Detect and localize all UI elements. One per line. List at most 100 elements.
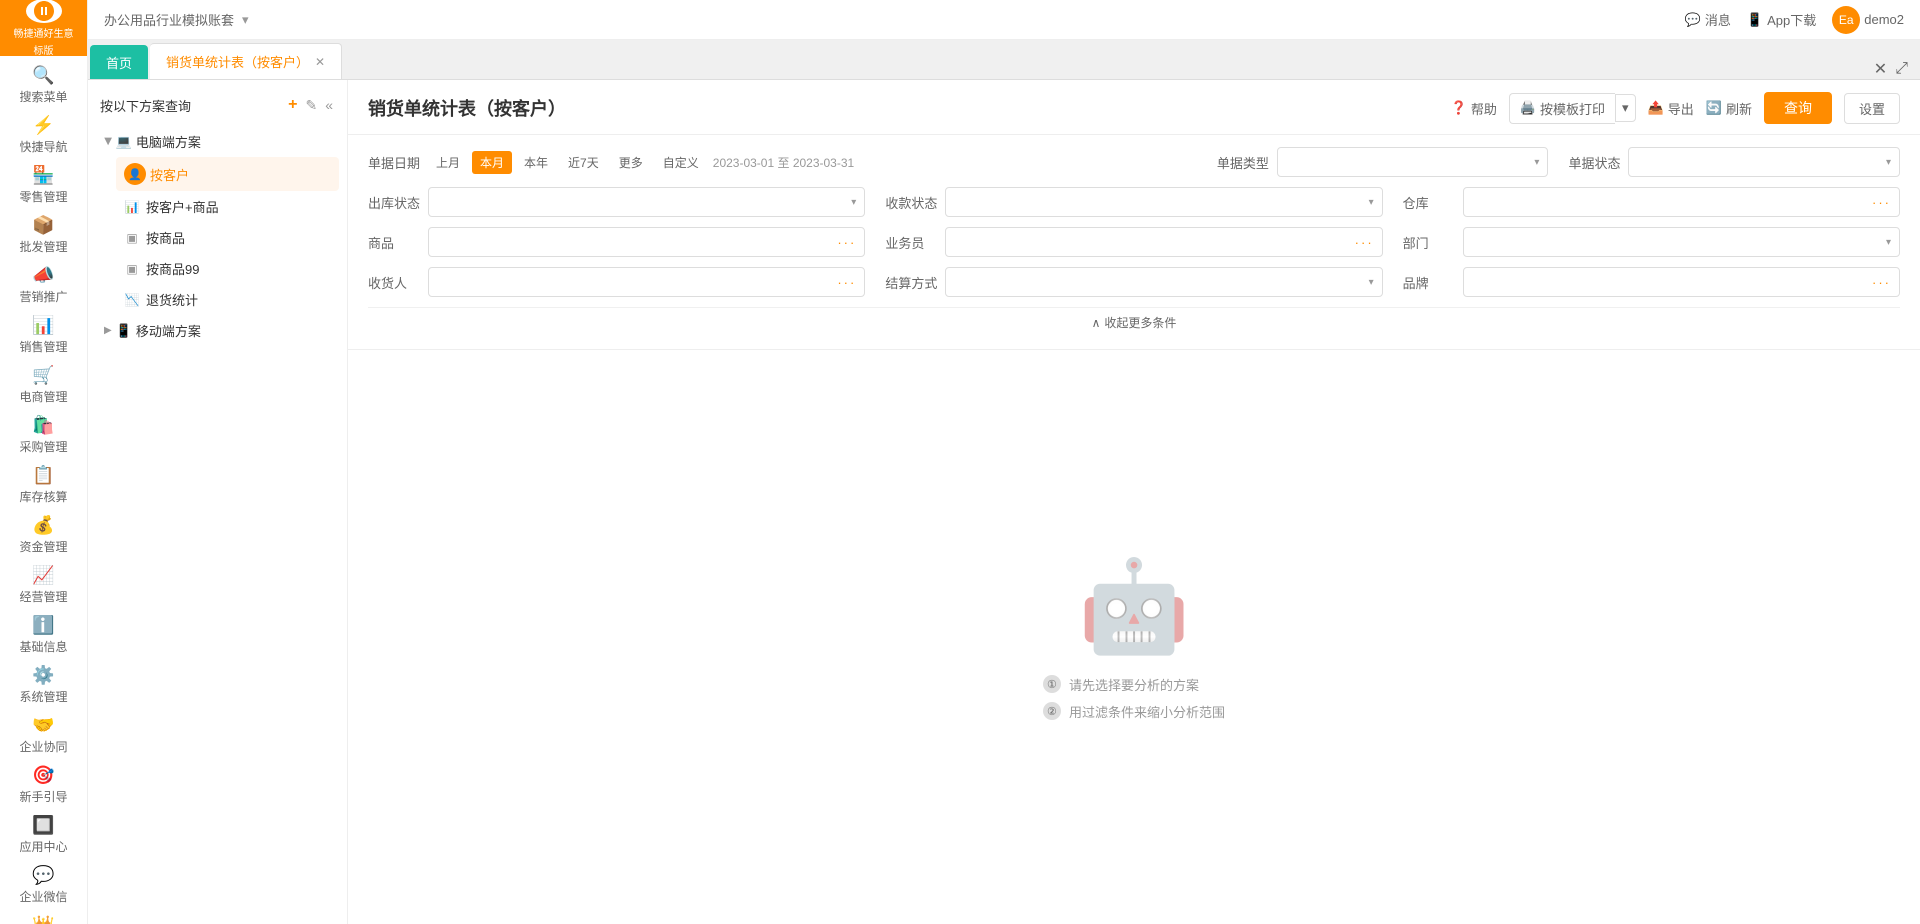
by-customer-label: 按客户 [150, 165, 189, 184]
sidebar-item-wechat-label: 企业微信 [19, 888, 67, 905]
sidebar-item-search[interactable]: 🔍 搜索菜单 [0, 60, 87, 110]
sidebar-item-coop[interactable]: 🤝 企业协同 [0, 710, 87, 760]
sidebar-item-wholesale[interactable]: 📦 批发管理 [0, 210, 87, 260]
help-button[interactable]: ❓ 帮助 [1451, 99, 1497, 118]
receipt-status-control[interactable]: ▾ [945, 187, 1382, 217]
tree-leaf-by-customer[interactable]: 👤 按客户 [116, 157, 339, 191]
tree-desktop-header[interactable]: ▶ 💻 电脑端方案 [96, 126, 339, 157]
left-panel-header: 按以下方案查询 + ✎ « [96, 88, 339, 122]
sidebar-item-sales[interactable]: 📊 销售管理 [0, 310, 87, 360]
receiver-control[interactable]: ··· [428, 267, 865, 297]
right-panel: 销货单统计表（按客户） ❓ 帮助 🖨️ 按模板打印 ▾ 📤 [348, 80, 1920, 924]
page-header: 销货单统计表（按客户） ❓ 帮助 🖨️ 按模板打印 ▾ 📤 [348, 80, 1920, 135]
brand-control[interactable]: ··· [1463, 267, 1900, 297]
sidebar-item-system-label: 系统管理 [19, 688, 67, 705]
settlement-arrow-icon: ▾ [1369, 277, 1374, 288]
sidebar-item-inventory[interactable]: 📋 库存核算 [0, 460, 87, 510]
tree-leaf-return-stat[interactable]: 📉 退货统计 [116, 284, 339, 315]
date-tab-more[interactable]: 更多 [611, 151, 651, 174]
app-download-button[interactable]: 📱 App下载 [1747, 10, 1816, 29]
sidebar-item-sales-label: 销售管理 [19, 338, 67, 355]
print-button[interactable]: 🖨️ 按模板打印 ▾ [1509, 93, 1636, 124]
date-tab-7days[interactable]: 近7天 [560, 151, 607, 174]
mobile-icon: 📱 [116, 323, 132, 339]
help-label: 帮助 [1471, 99, 1497, 118]
date-tab-this-month[interactable]: 本月 [472, 151, 512, 174]
tree-desktop-section: ▶ 💻 电脑端方案 👤 按客户 📊 按客户+商品 ▣ [96, 126, 339, 315]
date-tab-this-year[interactable]: 本年 [516, 151, 556, 174]
filter-dept-item: 部门 ▾ [1403, 227, 1900, 257]
empty-robot-icon: 🤖 [1078, 554, 1190, 659]
filter-receipt-status-item: 收款状态 ▾ [885, 187, 1382, 217]
tab-minimize-icon[interactable]: ✕ [1874, 59, 1887, 79]
tree-leaf-by-goods[interactable]: ▣ 按商品 [116, 222, 339, 253]
sidebar-item-retail[interactable]: 🏪 零售管理 [0, 160, 87, 210]
goods-label: 商品 [368, 233, 428, 252]
filter-date-item: 单据日期 上月 本月 本年 近7天 更多 自定义 2023-03-01 至 20… [368, 151, 1197, 174]
user-profile-button[interactable]: Ea demo2 [1832, 6, 1904, 34]
print-main-button[interactable]: 🖨️ 按模板打印 [1509, 93, 1615, 124]
order-status-label: 单据状态 [1568, 153, 1628, 172]
tab-sales-stat[interactable]: 销货单统计表（按客户） ✕ [150, 43, 342, 79]
hint-num-1: ① [1043, 675, 1061, 693]
sidebar-item-marketing[interactable]: 📣 营销推广 [0, 260, 87, 310]
refresh-icon: 🔄 [1706, 100, 1722, 116]
tab-home[interactable]: 首页 [90, 45, 148, 79]
sidebar-item-wechat[interactable]: 💬 企业微信 [0, 860, 87, 910]
settlement-control[interactable]: ▾ [945, 267, 1382, 297]
tree-mobile-header[interactable]: ▶ 📱 移动端方案 [96, 315, 339, 346]
date-tab-last-month[interactable]: 上月 [428, 151, 468, 174]
system-icon: ⚙️ [32, 665, 54, 686]
sidebar-item-system[interactable]: ⚙️ 系统管理 [0, 660, 87, 710]
salesperson-dots-icon: ··· [1355, 235, 1374, 250]
refresh-button[interactable]: 🔄 刷新 [1706, 99, 1752, 118]
search-button[interactable]: 查询 [1764, 92, 1832, 124]
vip-icon: 👑 [32, 915, 54, 924]
order-status-control[interactable]: ▾ [1628, 147, 1900, 177]
dept-control[interactable]: ▾ [1463, 227, 1900, 257]
collapse-panel-button[interactable]: « [323, 95, 335, 115]
finance-icon: 💰 [32, 515, 54, 536]
edit-scheme-button[interactable]: ✎ [303, 95, 319, 116]
date-tab-custom[interactable]: 自定义 [655, 151, 707, 174]
tab-close-icon[interactable]: ✕ [315, 55, 325, 69]
print-arrow-button[interactable]: ▾ [1615, 94, 1636, 122]
goods-control[interactable]: ··· [428, 227, 865, 257]
warehouse-dots-icon: ··· [1872, 195, 1891, 210]
sidebar-item-vip[interactable]: 👑 畅会员 [0, 910, 87, 924]
home-tab-label: 首页 [106, 53, 132, 72]
tab-maximize-icon[interactable]: ⤢ [1895, 60, 1908, 78]
out-status-control[interactable]: ▾ [428, 187, 865, 217]
sidebar-item-newbie[interactable]: 🎯 新手引导 [0, 760, 87, 810]
tree-leaf-by-goods99[interactable]: ▣ 按商品99 [116, 253, 339, 284]
sidebar-item-ecom[interactable]: 🛒 电商管理 [0, 360, 87, 410]
receiver-dots-icon: ··· [837, 275, 856, 290]
by-goods-label: 按商品 [146, 228, 185, 247]
breadcrumb-arrow-icon[interactable]: ▾ [242, 12, 249, 28]
dept-label: 部门 [1403, 233, 1463, 252]
operation-icon: 📈 [32, 565, 54, 586]
message-button[interactable]: 💬 消息 [1685, 10, 1731, 29]
warehouse-control[interactable]: ··· [1463, 187, 1900, 217]
sidebar-item-app-center[interactable]: 🔲 应用中心 [0, 810, 87, 860]
breadcrumb-text: 办公用品行业模拟账套 [104, 10, 234, 29]
sidebar-item-basic[interactable]: ℹ️ 基础信息 [0, 610, 87, 660]
sidebar-item-purchase[interactable]: 🛍️ 采购管理 [0, 410, 87, 460]
filter-settlement-item: 结算方式 ▾ [885, 267, 1382, 297]
add-scheme-button[interactable]: + [286, 94, 299, 116]
logo-subtitle: 标版 [34, 42, 54, 57]
by-goods99-label: 按商品99 [146, 259, 199, 278]
sidebar-item-quick-nav[interactable]: ⚡ 快捷导航 [0, 110, 87, 160]
settings-button[interactable]: 设置 [1844, 93, 1900, 124]
sidebar-item-operation[interactable]: 📈 经营管理 [0, 560, 87, 610]
export-button[interactable]: 📤 导出 [1648, 99, 1694, 118]
sidebar-item-finance[interactable]: 💰 资金管理 [0, 510, 87, 560]
receipt-status-label: 收款状态 [885, 193, 945, 212]
coop-icon: 🤝 [32, 715, 54, 736]
order-type-control[interactable]: ▾ [1277, 147, 1549, 177]
collapse-filter-button[interactable]: ∧ 收起更多条件 [368, 307, 1900, 337]
salesperson-control[interactable]: ··· [945, 227, 1382, 257]
filter-warehouse-item: 仓库 ··· [1403, 187, 1900, 217]
tree-leaf-by-cust-goods[interactable]: 📊 按客户+商品 [116, 191, 339, 222]
app-logo[interactable]: 畅捷通好生意 标版 [0, 0, 88, 56]
